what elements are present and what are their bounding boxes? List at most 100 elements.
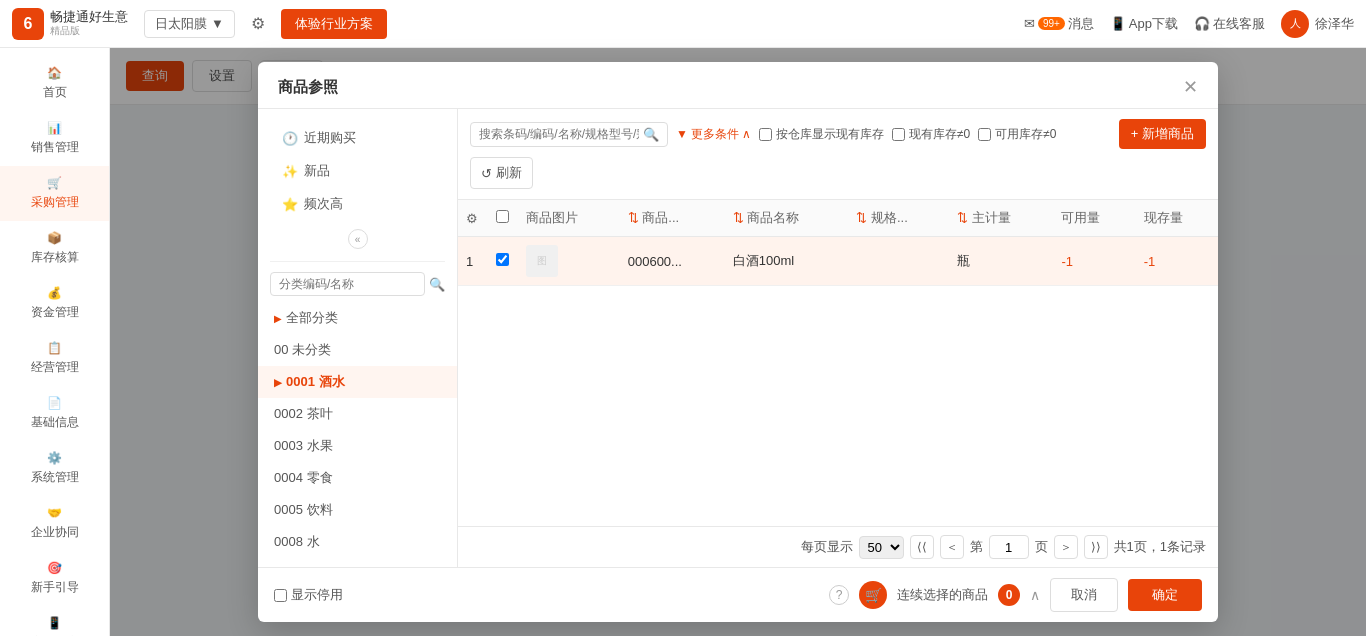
cancel-btn[interactable]: 取消 [1050, 578, 1118, 612]
modal-close-btn[interactable]: ✕ [1183, 76, 1198, 98]
first-page-btn[interactable]: ⟨⟨ [910, 535, 934, 559]
settings-icon: ⚙ [466, 211, 478, 226]
new-icon: ✨ [282, 164, 298, 179]
checkbox-nonzero-stock-input[interactable] [892, 128, 905, 141]
sidebar-item-purchase[interactable]: 🛒 采购管理 [0, 166, 109, 221]
guide-icon: 🎯 [47, 561, 62, 575]
cat-item-all[interactable]: ▶ 全部分类 [258, 302, 457, 334]
app-center-icon: 📱 [47, 616, 62, 630]
modal-footer: 显示停用 ? 🛒 连续选择的商品 0 ∧ 取消 确定 [258, 567, 1218, 622]
cat-item-appliance[interactable]: 0010 家电 [258, 558, 457, 567]
th-available: 可用量 [1053, 200, 1135, 237]
total-info: 共1页，1条记录 [1114, 538, 1206, 556]
select-all-checkbox[interactable] [496, 210, 509, 223]
sort-icon-unit: ⇅ [957, 210, 968, 225]
checkbox-available-nonzero: 可用库存≠0 [978, 126, 1056, 143]
product-table-wrap: ⚙ 商品图片 [458, 200, 1218, 526]
message-badge: 99+ [1038, 17, 1065, 30]
main-layout: 🏠 首页 📊 销售管理 🛒 采购管理 📦 库存核算 💰 资金管理 📋 经营管理 … [0, 48, 1366, 636]
left-item-new[interactable]: ✨ 新品 [270, 155, 445, 187]
sidebar-item-system[interactable]: ⚙️ 系统管理 [0, 441, 109, 496]
add-product-btn[interactable]: + 新增商品 [1119, 119, 1206, 149]
filter-icon: ▼ [676, 127, 688, 141]
company-dropdown[interactable]: 日太阳膜 ▼ [144, 10, 235, 38]
cell-unit: 瓶 [949, 237, 1053, 286]
cooperation-icon: 🤝 [47, 506, 62, 520]
sidebar-item-management[interactable]: 📋 经营管理 [0, 331, 109, 386]
cell-code: 000600... [620, 237, 725, 286]
sidebar-item-finance[interactable]: 💰 资金管理 [0, 276, 109, 331]
th-unit[interactable]: ⇅ 主计量 [949, 200, 1053, 237]
table-row[interactable]: 1 图 000600... [458, 237, 1218, 286]
modal-overlay: 商品参照 ✕ 🕐 近期购买 ✨ [110, 48, 1366, 636]
prev-page-btn[interactable]: ＜ [940, 535, 964, 559]
th-settings[interactable]: ⚙ [458, 200, 488, 237]
left-item-recent[interactable]: 🕐 近期购买 [270, 122, 445, 154]
cat-search-icon[interactable]: 🔍 [429, 277, 445, 292]
cat-item-uncategorized[interactable]: 00 未分类 [258, 334, 457, 366]
top-nav: 6 畅捷通好生意 精品版 日太阳膜 ▼ ⚙ 体验行业方案 ✉ 99+ 消息 📱 … [0, 0, 1366, 48]
show-disabled-checkbox[interactable] [274, 589, 287, 602]
purchase-icon: 🛒 [47, 176, 62, 190]
page-number-input[interactable] [989, 535, 1029, 559]
th-code[interactable]: ⇅ 商品... [620, 200, 725, 237]
gear-icon[interactable]: ⚙ [251, 14, 265, 33]
experience-btn[interactable]: 体验行业方案 [281, 9, 387, 39]
sidebar-item-home[interactable]: 🏠 首页 [0, 56, 109, 111]
basic-info-icon: 📄 [47, 396, 62, 410]
pagination: 每页显示 50 ⟨⟨ ＜ 第 页 ＞ ⟩⟩ 共1页，1条记录 [458, 526, 1218, 567]
cell-checkbox[interactable] [488, 237, 518, 286]
per-page-select[interactable]: 50 [859, 536, 904, 559]
message-icon: ✉ [1024, 16, 1035, 31]
cart-btn[interactable]: 🛒 [859, 581, 887, 609]
cart-collapse-btn[interactable]: ∧ [1030, 587, 1040, 603]
system-icon: ⚙️ [47, 451, 62, 465]
left-item-frequent[interactable]: ⭐ 频次高 [270, 188, 445, 220]
cat-item-snack[interactable]: 0004 零食 [258, 462, 457, 494]
th-image: 商品图片 [518, 200, 620, 237]
row-checkbox[interactable] [496, 253, 509, 266]
checkbox-warehouse-input[interactable] [759, 128, 772, 141]
confirm-btn[interactable]: 确定 [1128, 579, 1202, 611]
th-checkbox[interactable] [488, 200, 518, 237]
help-icon[interactable]: ? [829, 585, 849, 605]
th-name[interactable]: ⇅ 商品名称 [725, 200, 849, 237]
message-btn[interactable]: ✉ 99+ 消息 [1024, 15, 1094, 33]
star-icon: ⭐ [282, 197, 298, 212]
cat-item-liquor[interactable]: ▶ 0001 酒水 [258, 366, 457, 398]
show-disabled-wrap: 显示停用 [274, 586, 343, 604]
cart-count-badge: 0 [998, 584, 1020, 606]
product-reference-modal: 商品参照 ✕ 🕐 近期购买 ✨ [258, 62, 1218, 622]
checkbox-available-nonzero-input[interactable] [978, 128, 991, 141]
sidebar-item-app-center[interactable]: 📱 应用中心 [0, 606, 109, 636]
collapse-left-btn[interactable]: « [348, 229, 368, 249]
category-search-input[interactable] [270, 272, 425, 296]
sidebar-item-sales[interactable]: 📊 销售管理 [0, 111, 109, 166]
product-search-input[interactable] [479, 127, 639, 141]
th-spec[interactable]: ⇅ 规格... [848, 200, 949, 237]
product-table: ⚙ 商品图片 [458, 200, 1218, 286]
user-area[interactable]: 人 徐泽华 [1281, 10, 1354, 38]
app-download-btn[interactable]: 📱 App下载 [1110, 15, 1178, 33]
next-page-btn[interactable]: ＞ [1054, 535, 1078, 559]
service-btn[interactable]: 🎧 在线客服 [1194, 15, 1265, 33]
cat-item-tea[interactable]: 0002 茶叶 [258, 398, 457, 430]
last-page-btn[interactable]: ⟩⟩ [1084, 535, 1108, 559]
refresh-btn[interactable]: ↺ 刷新 [470, 157, 533, 189]
quick-access-section: 🕐 近期购买 ✨ 新品 ⭐ 频次高 [258, 117, 457, 225]
sidebar-item-inventory[interactable]: 📦 库存核算 [0, 221, 109, 276]
sidebar-item-guide[interactable]: 🎯 新手引导 [0, 551, 109, 606]
cell-stock: -1 [1136, 237, 1218, 286]
recent-icon: 🕐 [282, 131, 298, 146]
search-icon[interactable]: 🔍 [643, 127, 659, 142]
filter-btn[interactable]: ▼ 更多条件 ∧ [676, 126, 751, 143]
footer-right: ? 🛒 连续选择的商品 0 ∧ [829, 581, 1040, 609]
logo-sub: 精品版 [50, 24, 128, 38]
cat-item-water[interactable]: 0008 水 [258, 526, 457, 558]
page-label: 第 [970, 538, 983, 556]
nav-right: ✉ 99+ 消息 📱 App下载 🎧 在线客服 人 徐泽华 [1024, 10, 1354, 38]
cat-item-drink[interactable]: 0005 饮料 [258, 494, 457, 526]
sidebar-item-cooperation[interactable]: 🤝 企业协同 [0, 496, 109, 551]
sidebar-item-basic-info[interactable]: 📄 基础信息 [0, 386, 109, 441]
cat-item-fruit[interactable]: 0003 水果 [258, 430, 457, 462]
